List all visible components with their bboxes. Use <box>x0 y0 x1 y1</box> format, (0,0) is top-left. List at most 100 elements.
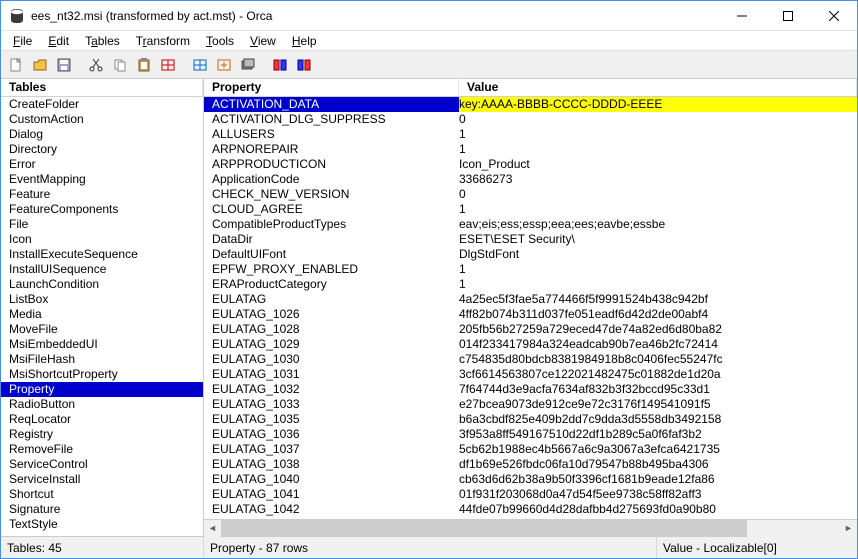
table-row[interactable]: Error <box>1 157 203 172</box>
table-row[interactable]: MoveFile <box>1 322 203 337</box>
table-row[interactable]: Directory <box>1 142 203 157</box>
table-row[interactable]: Feature <box>1 187 203 202</box>
table-row[interactable]: FeatureComponents <box>1 202 203 217</box>
export-icon[interactable] <box>213 54 235 76</box>
property-row[interactable]: EULATAG4a25ec5f3fae5a774466f5f9991524b43… <box>204 292 857 307</box>
scroll-track[interactable] <box>221 520 840 537</box>
property-row[interactable]: EULATAG_10375cb62b1988ec4b5667a6c9a3067a… <box>204 442 857 457</box>
scroll-left-icon[interactable]: ◄ <box>204 520 221 537</box>
property-row[interactable]: EULATAG_10313cf6614563807ce122021482475c… <box>204 367 857 382</box>
table-row[interactable]: ListBox <box>1 292 203 307</box>
table-row[interactable]: MsiEmbeddedUI <box>1 337 203 352</box>
property-row[interactable]: EULATAG_1035b6a3cbdf825e409b2dd7c9dda3d5… <box>204 412 857 427</box>
transform-apply-icon[interactable] <box>293 54 315 76</box>
table-name: Dialog <box>1 127 203 142</box>
save-icon[interactable] <box>53 54 75 76</box>
menu-help[interactable]: Help <box>284 32 325 50</box>
menu-file[interactable]: File <box>5 32 40 50</box>
property-row[interactable]: EULATAG_10363f953a8ff549167510d22df1b289… <box>204 427 857 442</box>
property-row[interactable]: EULATAG_104244fde07b99660d4d28dafbb4d275… <box>204 502 857 517</box>
open-icon[interactable] <box>29 54 51 76</box>
table-row[interactable]: Signature <box>1 502 203 517</box>
menubar: File Edit Tables Transform Tools View He… <box>1 31 857 51</box>
property-row[interactable]: ARPPRODUCTICONIcon_Product <box>204 157 857 172</box>
app-icon <box>9 8 25 24</box>
transform-new-icon[interactable] <box>269 54 291 76</box>
table-row[interactable]: ReqLocator <box>1 412 203 427</box>
table-row[interactable]: Property <box>1 382 203 397</box>
table-row[interactable]: CustomAction <box>1 112 203 127</box>
minimize-button[interactable] <box>719 1 765 31</box>
tables-header[interactable]: Tables <box>1 79 203 97</box>
property-row[interactable]: EULATAG_10264ff82b074b311d037fe051eadf6d… <box>204 307 857 322</box>
new-icon[interactable] <box>5 54 27 76</box>
properties-grid[interactable]: ACTIVATION_DATAkey:AAAA-BBBB-CCCC-DDDD-E… <box>204 97 857 519</box>
property-row[interactable]: ApplicationCode33686273 <box>204 172 857 187</box>
property-row[interactable]: DataDirESET\ESET Security\ <box>204 232 857 247</box>
col-header-property[interactable]: Property <box>204 79 459 96</box>
property-row[interactable]: ARPNOREPAIR1 <box>204 142 857 157</box>
property-row[interactable]: EULATAG_1030c754835d80bdcb8381984918b8c0… <box>204 352 857 367</box>
tables-list[interactable]: CreateFolderCustomActionDialogDirectoryE… <box>1 97 203 536</box>
validation-icon[interactable] <box>189 54 211 76</box>
copy-icon[interactable] <box>109 54 131 76</box>
property-row[interactable]: ACTIVATION_DLG_SUPPRESS0 <box>204 112 857 127</box>
paste-icon[interactable] <box>133 54 155 76</box>
close-button[interactable] <box>811 1 857 31</box>
table-row[interactable]: ServiceControl <box>1 457 203 472</box>
table-row[interactable]: Shortcut <box>1 487 203 502</box>
table-row[interactable]: Registry <box>1 427 203 442</box>
property-row[interactable]: ALLUSERS1 <box>204 127 857 142</box>
table-row[interactable]: RemoveFile <box>1 442 203 457</box>
titlebar[interactable]: ees_nt32.msi (transformed by act.mst) - … <box>1 1 857 31</box>
table-row[interactable]: Dialog <box>1 127 203 142</box>
table-row[interactable]: ServiceInstall <box>1 472 203 487</box>
cut-icon[interactable] <box>85 54 107 76</box>
window-controls <box>719 1 857 31</box>
scroll-thumb[interactable] <box>221 520 747 537</box>
menu-view[interactable]: View <box>242 32 284 50</box>
table-row[interactable]: File <box>1 217 203 232</box>
menu-edit[interactable]: Edit <box>40 32 77 50</box>
menu-transform[interactable]: Transform <box>128 32 198 50</box>
table-row[interactable]: TextStyle <box>1 517 203 532</box>
property-row[interactable]: DefaultUIFontDlgStdFont <box>204 247 857 262</box>
table-row[interactable]: RadioButton <box>1 397 203 412</box>
property-row[interactable]: ACTIVATION_DATAkey:AAAA-BBBB-CCCC-DDDD-E… <box>204 97 857 112</box>
property-row[interactable]: CHECK_NEW_VERSION0 <box>204 187 857 202</box>
scroll-right-icon[interactable]: ► <box>840 520 857 537</box>
table-row[interactable]: Icon <box>1 232 203 247</box>
property-row[interactable]: EULATAG_10327f64744d3e9acfa7634af832b3f3… <box>204 382 857 397</box>
maximize-button[interactable] <box>765 1 811 31</box>
error-table-icon[interactable] <box>157 54 179 76</box>
property-row[interactable]: EULATAG_1033e27bcea9073de912ce9e72c3176f… <box>204 397 857 412</box>
table-row[interactable]: Media <box>1 307 203 322</box>
property-row[interactable]: EULATAG_1028205fb56b27259a729eced47de74a… <box>204 322 857 337</box>
property-row[interactable]: ERAProductCategory1 <box>204 277 857 292</box>
col-header-value[interactable]: Value <box>459 79 857 96</box>
property-row[interactable]: EULATAG_1038df1b69e526fbdc06fa10d79547b8… <box>204 457 857 472</box>
table-name: Shortcut <box>1 487 203 502</box>
menu-tools[interactable]: Tools <box>198 32 242 50</box>
menu-tables[interactable]: Tables <box>77 32 128 50</box>
property-row[interactable]: EULATAG_104101f931f203068d0a47d54f5ee973… <box>204 487 857 502</box>
table-row[interactable]: EventMapping <box>1 172 203 187</box>
table-row[interactable]: MsiFileHash <box>1 352 203 367</box>
table-row[interactable]: InstallUISequence <box>1 262 203 277</box>
horizontal-scrollbar[interactable]: ◄ ► <box>204 519 857 536</box>
property-row[interactable]: EULATAG_1029014f233417984a324eadcab90b7e… <box>204 337 857 352</box>
property-name: EULATAG_1040 <box>204 472 459 487</box>
property-name: ApplicationCode <box>204 172 459 187</box>
table-name: MsiEmbeddedUI <box>1 337 203 352</box>
import-icon[interactable] <box>237 54 259 76</box>
property-name: ACTIVATION_DLG_SUPPRESS <box>204 112 459 127</box>
property-value: 3cf6614563807ce122021482475c01882de1d20a <box>459 367 857 382</box>
property-row[interactable]: EPFW_PROXY_ENABLED1 <box>204 262 857 277</box>
table-row[interactable]: MsiShortcutProperty <box>1 367 203 382</box>
property-row[interactable]: EULATAG_1040cb63d6d62b38a9b50f3396cf1681… <box>204 472 857 487</box>
property-row[interactable]: CLOUD_AGREE1 <box>204 202 857 217</box>
table-row[interactable]: LaunchCondition <box>1 277 203 292</box>
property-row[interactable]: CompatibleProductTypeseav;eis;ess;essp;e… <box>204 217 857 232</box>
table-row[interactable]: CreateFolder <box>1 97 203 112</box>
table-row[interactable]: InstallExecuteSequence <box>1 247 203 262</box>
